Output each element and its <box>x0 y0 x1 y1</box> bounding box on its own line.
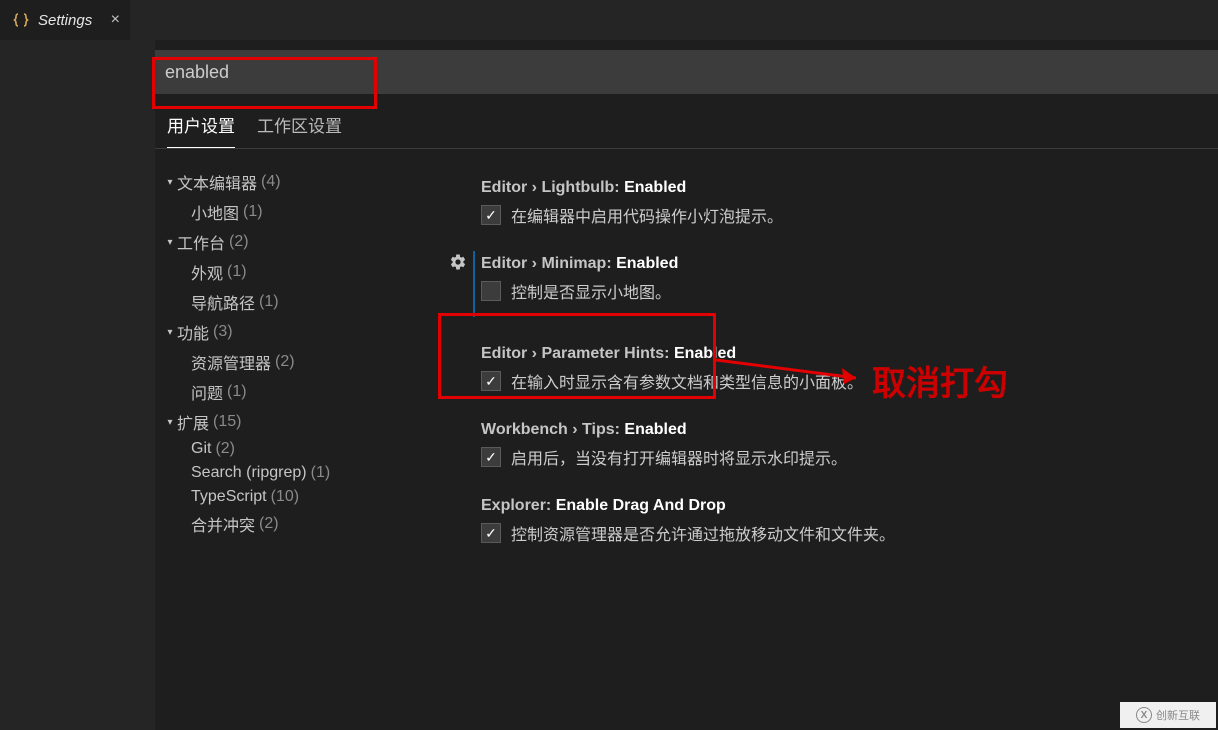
title-bar: Settings × <box>0 0 1218 40</box>
checkbox[interactable] <box>481 447 501 467</box>
toc-workbench[interactable]: ▾ 工作台 (2) <box>163 227 445 257</box>
setting-title: Editor › Lightbulb: Enabled <box>481 179 1218 197</box>
toc-text-editor[interactable]: ▾ 文本编辑器 (4) <box>163 167 445 197</box>
setting-description: 控制资源管理器是否允许通过拖放移动文件和文件夹。 <box>511 521 895 545</box>
settings-editor: 用户设置 工作区设置 ▾ 文本编辑器 (4) 小地图 (1) ▾ 工作台 (2) <box>155 40 1218 730</box>
content-area: 用户设置 工作区设置 ▾ 文本编辑器 (4) 小地图 (1) ▾ 工作台 (2) <box>0 40 1218 730</box>
setting-title: Explorer: Enable Drag And Drop <box>481 497 1218 515</box>
settings-toc: ▾ 文本编辑器 (4) 小地图 (1) ▾ 工作台 (2) 外观 (1) <box>155 167 445 730</box>
tab-user-settings[interactable]: 用户设置 <box>167 112 235 148</box>
checkbox[interactable] <box>481 523 501 543</box>
setting-title: Editor › Minimap: Enabled <box>481 255 1218 273</box>
toc-minimap[interactable]: 小地图 (1) <box>163 197 445 227</box>
toc-features[interactable]: ▾ 功能 (3) <box>163 317 445 347</box>
toc-git[interactable]: Git (2) <box>163 437 445 461</box>
toc-appearance[interactable]: 外观 (1) <box>163 257 445 287</box>
toc-extensions[interactable]: ▾ 扩展 (15) <box>163 407 445 437</box>
toc-typescript[interactable]: TypeScript (10) <box>163 485 445 509</box>
setting-editor-minimap-enabled: Editor › Minimap: Enabled 控制是否显示小地图。 <box>445 247 1218 337</box>
chevron-down-icon: ▾ <box>163 177 177 188</box>
setting-title: Workbench › Tips: Enabled <box>481 421 1218 439</box>
search-row <box>155 40 1218 102</box>
chevron-down-icon: ▾ <box>163 417 177 428</box>
watermark-icon: X <box>1136 707 1152 723</box>
tab-title: Settings <box>38 12 92 29</box>
toc-explorer[interactable]: 资源管理器 (2) <box>163 347 445 377</box>
settings-list: Editor › Lightbulb: Enabled 在编辑器中启用代码操作小… <box>445 167 1218 730</box>
modified-indicator <box>473 251 475 317</box>
chevron-down-icon: ▾ <box>163 237 177 248</box>
setting-editor-lightbulb-enabled: Editor › Lightbulb: Enabled 在编辑器中启用代码操作小… <box>445 171 1218 247</box>
settings-scope-tabs: 用户设置 工作区设置 <box>155 102 1218 149</box>
setting-title: Editor › Parameter Hints: Enabled <box>481 345 1218 363</box>
braces-icon <box>12 11 30 29</box>
gear-icon[interactable] <box>449 253 467 276</box>
settings-search-input[interactable] <box>155 50 1218 94</box>
settings-body: ▾ 文本编辑器 (4) 小地图 (1) ▾ 工作台 (2) 外观 (1) <box>155 167 1218 730</box>
chevron-down-icon: ▾ <box>163 327 177 338</box>
setting-description: 启用后，当没有打开编辑器时将显示水印提示。 <box>511 445 847 469</box>
watermark-text: 创新互联 <box>1156 707 1200 723</box>
checkbox[interactable] <box>481 371 501 391</box>
editor-tab-settings[interactable]: Settings × <box>0 0 130 40</box>
toc-merge-conflict[interactable]: 合并冲突 (2) <box>163 509 445 539</box>
setting-description: 控制是否显示小地图。 <box>511 279 671 303</box>
tab-workspace-settings[interactable]: 工作区设置 <box>257 112 342 148</box>
setting-workbench-tips-enabled: Workbench › Tips: Enabled 启用后，当没有打开编辑器时将… <box>445 413 1218 489</box>
setting-editor-parameterhints-enabled: Editor › Parameter Hints: Enabled 在输入时显示… <box>445 337 1218 413</box>
setting-description: 在输入时显示含有参数文档和类型信息的小面板。 <box>511 369 863 393</box>
activity-sidebar <box>0 40 155 730</box>
setting-description: 在编辑器中启用代码操作小灯泡提示。 <box>511 203 783 227</box>
watermark: X 创新互联 <box>1120 702 1216 728</box>
toc-search-ripgrep[interactable]: Search (ripgrep) (1) <box>163 461 445 485</box>
close-icon[interactable]: × <box>111 12 120 28</box>
toc-breadcrumbs[interactable]: 导航路径 (1) <box>163 287 445 317</box>
checkbox[interactable] <box>481 281 501 301</box>
toc-problems[interactable]: 问题 (1) <box>163 377 445 407</box>
setting-explorer-enable-drag-and-drop: Explorer: Enable Drag And Drop 控制资源管理器是否… <box>445 489 1218 565</box>
checkbox[interactable] <box>481 205 501 225</box>
